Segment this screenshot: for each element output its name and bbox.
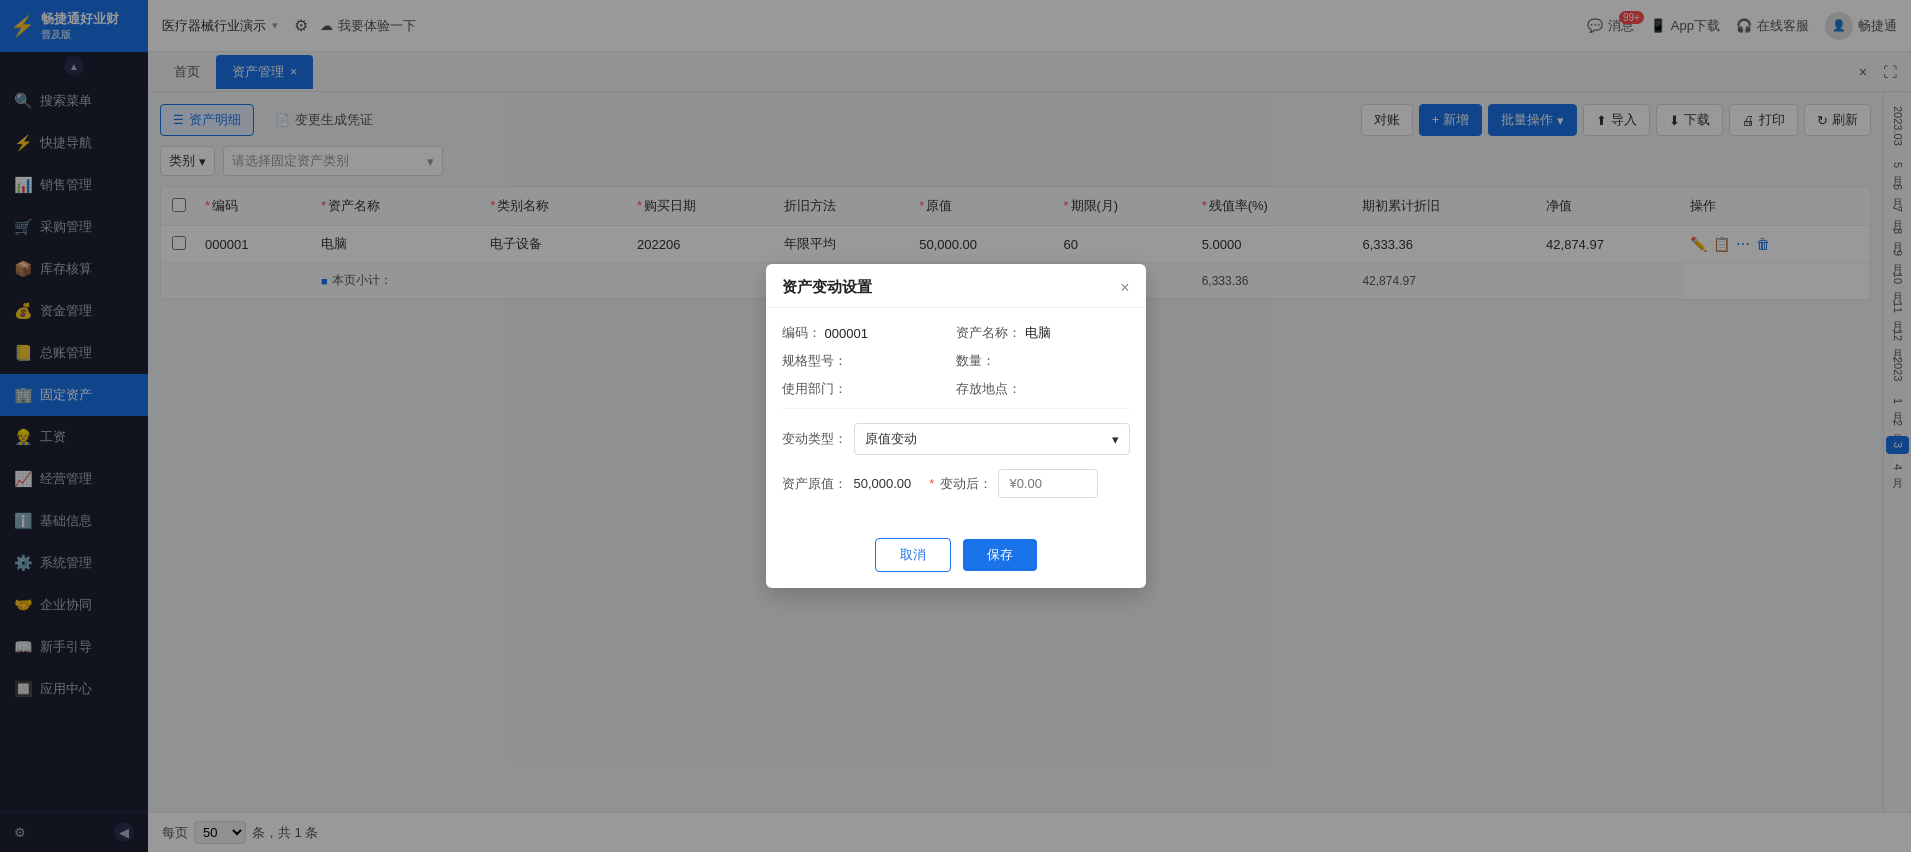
- location-label: 存放地点：: [956, 380, 1021, 398]
- dialog-close-btn[interactable]: ×: [1120, 279, 1129, 297]
- change-type-select[interactable]: 原值变动 ▾: [854, 423, 1130, 455]
- spec-label: 规格型号：: [782, 352, 847, 370]
- asset-value-display: 50,000.00: [854, 476, 912, 491]
- code-label: 编码：: [782, 324, 821, 342]
- asset-change-dialog: 资产变动设置 × 编码： 000001 资产名称： 电脑 规格型号：: [766, 264, 1146, 588]
- dialog-divider: [782, 408, 1130, 409]
- required-star-icon: *: [929, 476, 934, 491]
- dialog-info-row-2: 规格型号： 数量：: [782, 352, 1130, 370]
- dept-label: 使用部门：: [782, 380, 847, 398]
- dialog-body: 编码： 000001 资产名称： 电脑 规格型号： 数量：: [766, 308, 1146, 528]
- dialog-overlay: 资产变动设置 × 编码： 000001 资产名称： 电脑 规格型号：: [0, 0, 1911, 852]
- after-change-label: 变动后：: [940, 475, 992, 493]
- cancel-btn[interactable]: 取消: [875, 538, 951, 572]
- field-code: 编码： 000001: [782, 324, 956, 342]
- dialog-footer: 取消 保存: [766, 528, 1146, 588]
- change-type-control: 原值变动 ▾: [854, 423, 1130, 455]
- field-dept: 使用部门：: [782, 380, 956, 398]
- dialog-info-row-3: 使用部门： 存放地点：: [782, 380, 1130, 398]
- field-spec: 规格型号：: [782, 352, 956, 370]
- field-quantity: 数量：: [956, 352, 1130, 370]
- after-change-input[interactable]: [998, 469, 1098, 498]
- code-value: 000001: [825, 326, 868, 341]
- dialog-header: 资产变动设置 ×: [766, 264, 1146, 308]
- field-asset-name: 资产名称： 电脑: [956, 324, 1130, 342]
- asset-value-control: 50,000.00 * 变动后：: [854, 469, 1130, 498]
- change-type-arrow-icon: ▾: [1112, 432, 1119, 447]
- change-type-label: 变动类型：: [782, 430, 854, 448]
- save-btn[interactable]: 保存: [963, 539, 1037, 571]
- quantity-label: 数量：: [956, 352, 995, 370]
- asset-value-row: 资产原值： 50,000.00 * 变动后：: [782, 469, 1130, 498]
- change-type-row: 变动类型： 原值变动 ▾: [782, 423, 1130, 455]
- asset-name-label: 资产名称：: [956, 324, 1021, 342]
- asset-name-value: 电脑: [1025, 324, 1051, 342]
- asset-value-label: 资产原值：: [782, 475, 854, 493]
- dialog-title: 资产变动设置: [782, 278, 872, 297]
- change-type-value: 原值变动: [865, 430, 917, 448]
- dialog-info-row-1: 编码： 000001 资产名称： 电脑: [782, 324, 1130, 342]
- field-location: 存放地点：: [956, 380, 1130, 398]
